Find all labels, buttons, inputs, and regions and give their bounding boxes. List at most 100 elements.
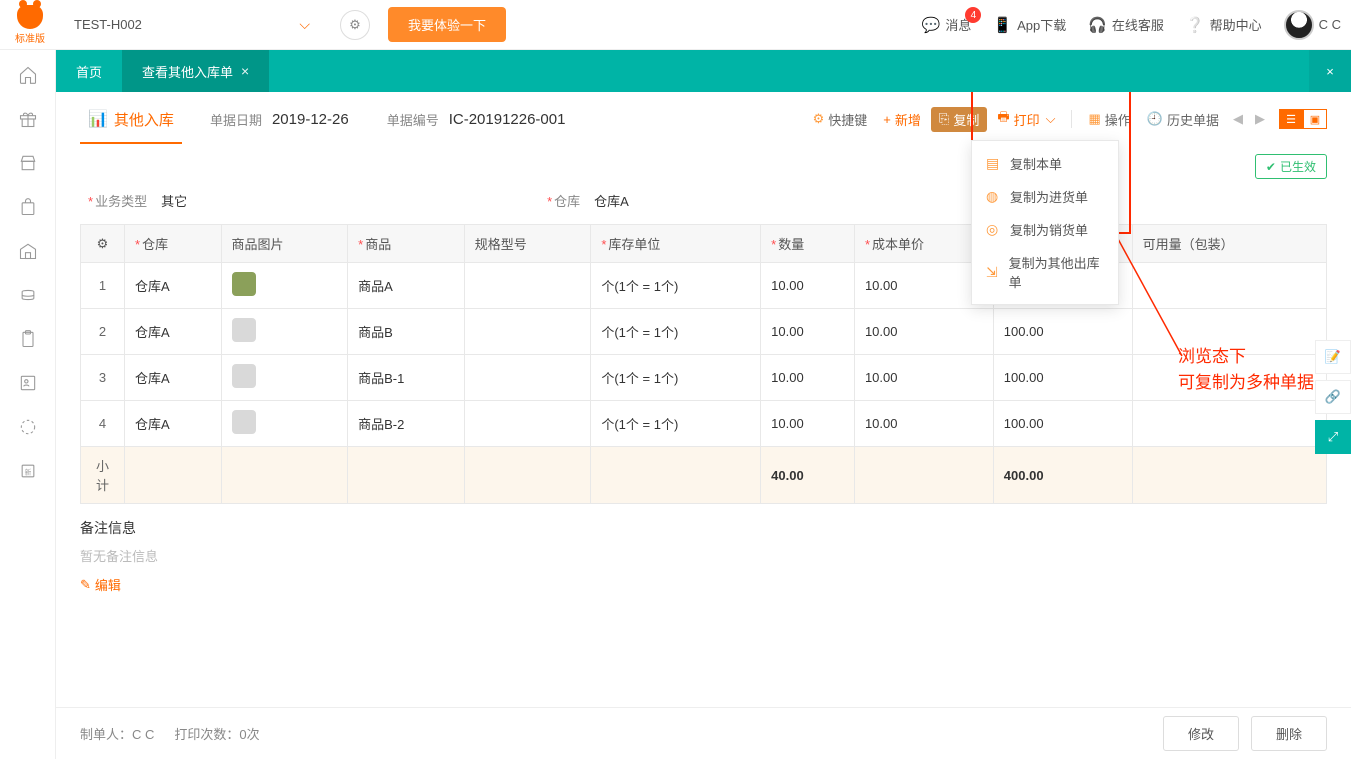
sidebar-new[interactable]: 新	[17, 460, 39, 482]
biz-type-value: 其它	[161, 191, 187, 210]
sidebar-contact[interactable]	[17, 372, 39, 394]
copy-to-sales[interactable]: ◎复制为销货单	[972, 213, 1118, 246]
message-badge: 4	[965, 7, 981, 23]
col-unit: *库存单位	[591, 225, 761, 263]
next-button[interactable]: ▶	[1251, 111, 1269, 127]
remark-title: 备注信息	[80, 518, 1327, 538]
row-index: 2	[81, 309, 125, 355]
app-download-button[interactable]: 📱 App下载	[993, 15, 1066, 34]
maker-info: 制单人：C C	[80, 724, 154, 743]
cell-warehouse: 仓库A	[125, 401, 222, 447]
sidebar-store[interactable]	[17, 152, 39, 174]
panel-tab-other-in[interactable]: 📊 其他入库	[80, 95, 182, 144]
sidebar-gift[interactable]	[17, 108, 39, 130]
cell-unit: 个(1个 = 1个)	[591, 401, 761, 447]
cell-amount: 100.00	[993, 401, 1132, 447]
prev-button[interactable]: ◀	[1229, 111, 1247, 127]
col-spec: 规格型号	[464, 225, 591, 263]
print-button[interactable]: 🖶打印⌵	[991, 104, 1061, 134]
cell-image	[221, 309, 348, 355]
rail-link-button[interactable]: 🔗	[1315, 380, 1351, 414]
settings-gear-button[interactable]: ⚙	[340, 10, 370, 40]
cell-image	[221, 401, 348, 447]
cell-qty: 10.00	[761, 355, 855, 401]
history-button[interactable]: 🕘历史单据	[1141, 106, 1225, 133]
cell-amount: 100.00	[993, 355, 1132, 401]
cell-avail	[1132, 309, 1326, 355]
cell-amount: 100.00	[993, 309, 1132, 355]
col-image: 商品图片	[221, 225, 348, 263]
table-row[interactable]: 1仓库A商品A个(1个 = 1个)10.0010.00100.00	[81, 263, 1327, 309]
cell-product: 商品A	[348, 263, 465, 309]
close-all-tabs[interactable]: ×	[1309, 50, 1351, 92]
svg-text:新: 新	[24, 467, 31, 476]
view-card-button[interactable]: ▣	[1303, 109, 1327, 129]
cell-unit: 个(1个 = 1个)	[591, 309, 761, 355]
cell-price: 10.00	[854, 401, 993, 447]
product-image	[232, 272, 256, 296]
purchase-icon: ◍	[986, 188, 1002, 205]
table-row[interactable]: 3仓库A商品B-1个(1个 = 1个)10.0010.00100.00	[81, 355, 1327, 401]
table-row[interactable]: 4仓库A商品B-2个(1个 = 1个)10.0010.00100.00	[81, 401, 1327, 447]
sidebar-bag[interactable]	[17, 196, 39, 218]
tab-home[interactable]: 首页	[56, 50, 122, 92]
table-row[interactable]: 2仓库A商品B个(1个 = 1个)10.0010.00100.00	[81, 309, 1327, 355]
sidebar-clipboard[interactable]	[17, 328, 39, 350]
subtotal-label: 小计	[81, 447, 125, 504]
copy-button[interactable]: ⎘复制	[931, 107, 987, 132]
copy-this-doc[interactable]: ▤复制本单	[972, 147, 1118, 180]
avatar	[1284, 10, 1314, 40]
cell-avail	[1132, 401, 1326, 447]
date-label: 单据日期	[210, 110, 262, 129]
messages-button[interactable]: 💬 消息 4	[922, 15, 972, 34]
user-menu[interactable]: C C	[1284, 10, 1341, 40]
shortcut-button[interactable]: ⚙快捷键	[807, 106, 874, 133]
col-product: *商品	[348, 225, 465, 263]
col-settings[interactable]: ⚙	[81, 225, 125, 263]
edit-remark-button[interactable]: ✎ 编辑	[80, 575, 121, 594]
help-center-button[interactable]: ❔ 帮助中心	[1186, 15, 1262, 34]
rail-note-button[interactable]: 📝	[1315, 340, 1351, 374]
copy-icon: ⎘	[939, 111, 949, 127]
chevron-down-icon: ⌵	[1046, 111, 1056, 127]
online-service-button[interactable]: 🎧 在线客服	[1088, 15, 1164, 34]
org-selector[interactable]: TEST-H002 ⌵	[62, 5, 322, 45]
product-image	[232, 410, 256, 434]
cell-price: 10.00	[854, 309, 993, 355]
cell-warehouse: 仓库A	[125, 263, 222, 309]
sidebar-money[interactable]	[17, 284, 39, 306]
col-avail: 可用量（包装）	[1132, 225, 1326, 263]
modify-button[interactable]: 修改	[1163, 716, 1239, 751]
try-button[interactable]: 我要体验一下	[388, 7, 506, 42]
sidebar-warehouse[interactable]	[17, 240, 39, 262]
product-image	[232, 364, 256, 388]
tab-current[interactable]: 查看其他入库单 ×	[122, 50, 269, 92]
logo[interactable]: 标准版	[10, 5, 50, 45]
chevron-down-icon: ⌵	[299, 16, 310, 33]
logo-text: 标准版	[15, 30, 45, 45]
new-button[interactable]: +新增	[877, 106, 927, 133]
warehouse-label: *仓库	[547, 191, 580, 210]
sidebar-home[interactable]	[17, 64, 39, 86]
cell-image	[221, 263, 348, 309]
cell-qty: 10.00	[761, 263, 855, 309]
sidebar-sync[interactable]	[17, 416, 39, 438]
close-icon[interactable]: ×	[241, 63, 249, 79]
cell-spec	[464, 355, 591, 401]
cell-unit: 个(1个 = 1个)	[591, 355, 761, 401]
copy-to-other-out[interactable]: ⇲复制为其他出库单	[972, 246, 1118, 298]
cell-avail	[1132, 355, 1326, 401]
subtotal-qty: 40.00	[761, 447, 855, 504]
print-count-info: 打印次数：0次	[174, 724, 259, 743]
headset-icon: 🎧	[1088, 16, 1107, 34]
edit-icon: ✎	[80, 577, 91, 593]
cell-qty: 10.00	[761, 401, 855, 447]
delete-button[interactable]: 删除	[1251, 716, 1327, 751]
operations-button[interactable]: ▦操作	[1082, 106, 1136, 133]
rail-expand-button[interactable]: ⤢	[1315, 420, 1351, 454]
cell-image	[221, 355, 348, 401]
view-list-button[interactable]: ☰	[1279, 109, 1303, 129]
copy-to-purchase[interactable]: ◍复制为进货单	[972, 180, 1118, 213]
row-index: 4	[81, 401, 125, 447]
cell-warehouse: 仓库A	[125, 309, 222, 355]
